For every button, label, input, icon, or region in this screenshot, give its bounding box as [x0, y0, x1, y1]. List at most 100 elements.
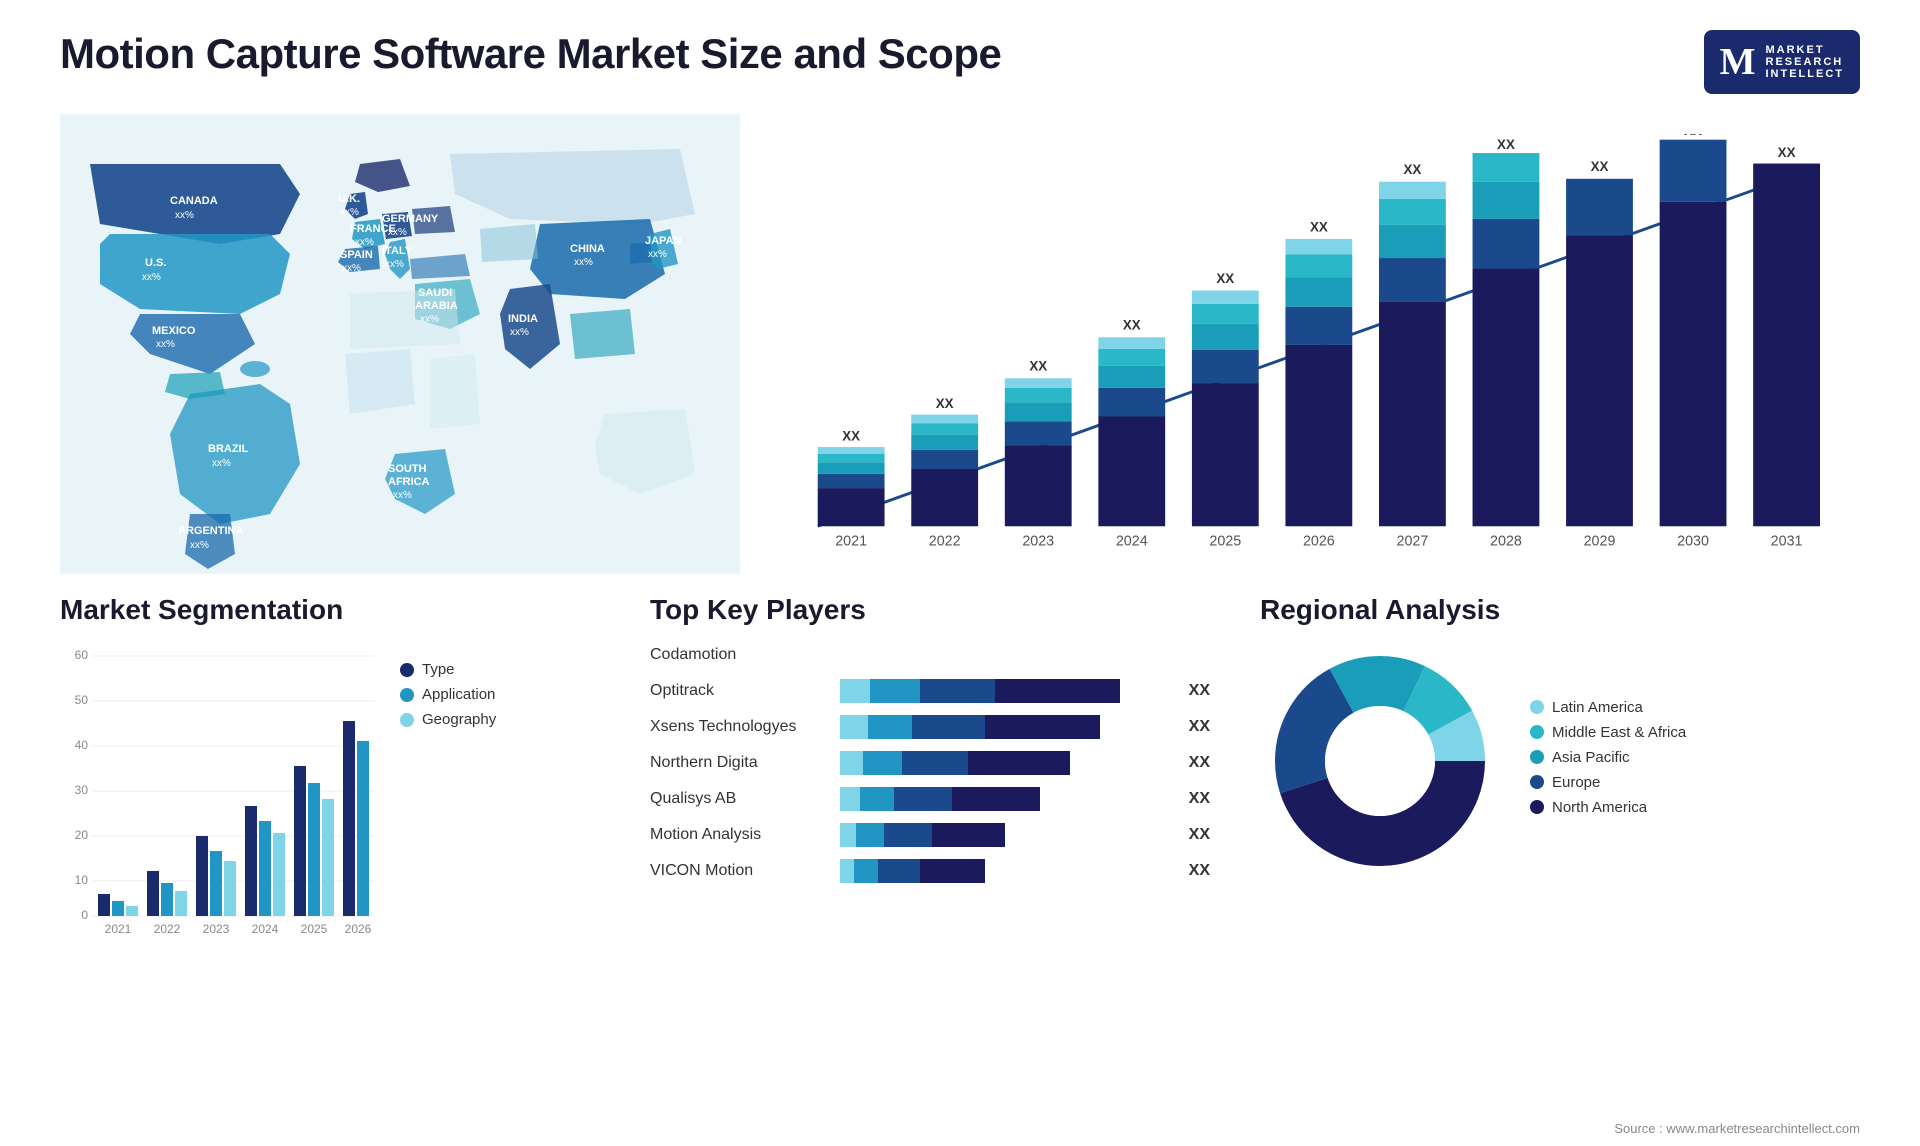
logo: M MARKET RESEARCH INTELLECT — [1704, 30, 1860, 94]
latin-dot — [1530, 700, 1544, 714]
legend-apac: Asia Pacific — [1530, 749, 1686, 766]
svg-text:2031: 2031 — [1771, 533, 1803, 549]
svg-text:xx%: xx% — [190, 540, 209, 551]
svg-text:ARGENTINA: ARGENTINA — [178, 525, 243, 537]
logo-line1: MARKET — [1766, 44, 1845, 56]
svg-text:XX: XX — [1497, 137, 1515, 152]
geography-label: Geography — [422, 711, 496, 728]
svg-text:U.K.: U.K. — [338, 193, 360, 205]
svg-text:U.S.: U.S. — [145, 257, 166, 269]
svg-text:2023: 2023 — [1022, 533, 1054, 549]
svg-text:JAPAN: JAPAN — [645, 235, 682, 247]
svg-text:xx%: xx% — [342, 263, 361, 274]
player-value: XX — [1189, 682, 1210, 700]
svg-text:xx%: xx% — [355, 237, 374, 248]
svg-text:SAUDI: SAUDI — [418, 287, 452, 299]
svg-text:ITALY: ITALY — [382, 245, 413, 257]
svg-text:2028: 2028 — [1490, 533, 1522, 549]
na-dot — [1530, 800, 1544, 814]
svg-text:XX: XX — [1123, 318, 1141, 333]
growth-bar-chart: XX XX XX XX — [770, 134, 1820, 594]
apac-dot — [1530, 750, 1544, 764]
svg-text:XX: XX — [1591, 159, 1609, 174]
application-label: Application — [422, 686, 495, 703]
europe-dot — [1530, 775, 1544, 789]
svg-text:10: 10 — [75, 873, 89, 887]
svg-text:CHINA: CHINA — [570, 243, 605, 255]
seg-legend-geography: Geography — [400, 711, 496, 728]
type-label: Type — [422, 661, 455, 678]
svg-text:xx%: xx% — [385, 259, 404, 270]
legend-europe: Europe — [1530, 774, 1686, 791]
player-bar — [840, 785, 1171, 813]
player-bar — [840, 857, 1171, 885]
logo-letter: M — [1720, 40, 1756, 84]
player-bar — [840, 821, 1171, 849]
svg-text:XX: XX — [842, 428, 860, 443]
svg-text:40: 40 — [75, 738, 89, 752]
svg-text:2021: 2021 — [105, 922, 132, 936]
player-value: XX — [1189, 790, 1210, 808]
player-bar-svg — [840, 821, 1171, 849]
svg-text:AFRICA: AFRICA — [388, 476, 430, 488]
page-container: Motion Capture Software Market Size and … — [0, 0, 1920, 1146]
legend-mea: Middle East & Africa — [1530, 724, 1686, 741]
svg-text:50: 50 — [75, 693, 89, 707]
na-label: North America — [1552, 799, 1647, 816]
player-row: Optitrack XX — [650, 677, 1210, 705]
svg-text:XX: XX — [1310, 219, 1328, 234]
svg-text:2024: 2024 — [1116, 533, 1148, 549]
player-row: Codamotion — [650, 641, 1210, 669]
svg-text:ARABIA: ARABIA — [415, 300, 458, 312]
svg-text:2026: 2026 — [1303, 533, 1335, 549]
bottom-grid: Market Segmentation 60 50 40 30 20 10 0 — [60, 594, 1860, 941]
player-value: XX — [1189, 718, 1210, 736]
player-bar — [840, 749, 1171, 777]
donut-chart — [1260, 641, 1500, 881]
player-row: Northern Digita XX — [650, 749, 1210, 777]
svg-text:0: 0 — [81, 908, 88, 922]
player-name: Northern Digita — [650, 754, 830, 772]
player-bar-svg — [840, 857, 1171, 885]
bar-chart-section: XX XX XX XX — [750, 114, 1860, 574]
type-color-dot — [400, 663, 414, 677]
regional-legend: Latin America Middle East & Africa Asia … — [1530, 699, 1686, 824]
svg-text:2027: 2027 — [1397, 533, 1429, 549]
svg-text:XX: XX — [1403, 162, 1421, 177]
logo-text-block: MARKET RESEARCH INTELLECT — [1766, 44, 1845, 80]
svg-text:INDIA: INDIA — [508, 313, 538, 325]
europe-label: Europe — [1552, 774, 1600, 791]
svg-text:BRAZIL: BRAZIL — [208, 443, 249, 455]
page-title: Motion Capture Software Market Size and … — [60, 30, 1001, 78]
mea-label: Middle East & Africa — [1552, 724, 1686, 741]
svg-text:xx%: xx% — [510, 327, 529, 338]
svg-text:60: 60 — [75, 648, 89, 662]
svg-text:xx%: xx% — [574, 257, 593, 268]
svg-text:2023: 2023 — [203, 922, 230, 936]
seg-legend: Type Application Geography — [400, 641, 496, 736]
svg-text:2022: 2022 — [929, 533, 961, 549]
player-row: Qualisys AB XX — [650, 785, 1210, 813]
player-row: Xsens Technologyes XX — [650, 713, 1210, 741]
player-row: VICON Motion XX — [650, 857, 1210, 885]
logo-line2: RESEARCH — [1766, 56, 1845, 68]
player-bar — [840, 713, 1171, 741]
apac-label: Asia Pacific — [1552, 749, 1630, 766]
legend-na: North America — [1530, 799, 1686, 816]
latin-label: Latin America — [1552, 699, 1643, 716]
svg-text:30: 30 — [75, 783, 89, 797]
svg-text:2030: 2030 — [1677, 533, 1709, 549]
geography-color-dot — [400, 713, 414, 727]
svg-text:xx%: xx% — [156, 339, 175, 350]
segmentation-section: Market Segmentation 60 50 40 30 20 10 0 — [60, 594, 620, 941]
player-name: Qualisys AB — [650, 790, 830, 808]
player-row: Motion Analysis XX — [650, 821, 1210, 849]
svg-text:XX: XX — [936, 396, 954, 411]
player-name: VICON Motion — [650, 862, 830, 880]
svg-text:xx%: xx% — [142, 272, 161, 283]
player-value: XX — [1189, 754, 1210, 772]
svg-text:xx%: xx% — [420, 314, 439, 325]
svg-text:XX: XX — [1684, 134, 1702, 138]
segmentation-chart: 60 50 40 30 20 10 0 — [60, 641, 380, 941]
svg-text:2021: 2021 — [835, 533, 867, 549]
